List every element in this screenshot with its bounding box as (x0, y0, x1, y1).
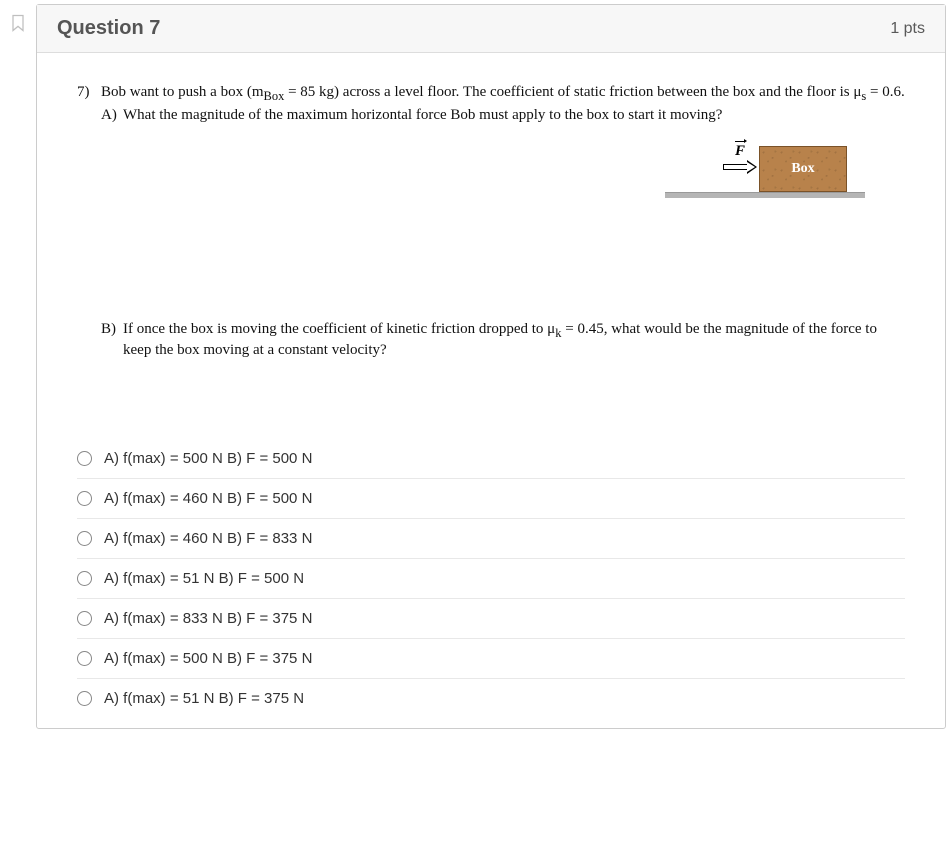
answer-option[interactable]: A) f(max) = 460 N B) F = 833 N (77, 518, 905, 558)
question-card: Question 7 1 pts 7) Bob want to push a b… (36, 4, 946, 729)
problem-statement: 7) Bob want to push a box (mBox = 85 kg)… (77, 83, 905, 126)
radio-icon[interactable] (77, 611, 92, 626)
answer-text: A) f(max) = 460 N B) F = 500 N (104, 490, 905, 507)
answer-text: A) f(max) = 833 N B) F = 375 N (104, 610, 905, 627)
answer-option[interactable]: A) f(max) = 460 N B) F = 500 N (77, 478, 905, 518)
question-header: Question 7 1 pts (37, 5, 945, 53)
part-a-label: A) (101, 106, 123, 126)
part-b-label: B) (101, 320, 123, 361)
bookmark-icon[interactable] (0, 4, 36, 34)
radio-icon[interactable] (77, 451, 92, 466)
part-a-text: What the magnitude of the maximum horizo… (123, 106, 905, 126)
answer-text: A) f(max) = 460 N B) F = 833 N (104, 530, 905, 547)
answer-text: A) f(max) = 51 N B) F = 500 N (104, 570, 905, 587)
question-body: 7) Bob want to push a box (mBox = 85 kg)… (37, 53, 945, 728)
floor-graphic (665, 192, 865, 198)
answer-option[interactable]: A) f(max) = 51 N B) F = 375 N (77, 678, 905, 718)
part-b-text: If once the box is moving the coefficien… (123, 320, 905, 361)
force-arrow: F (723, 144, 757, 174)
problem-number: 7) (77, 83, 101, 104)
radio-icon[interactable] (77, 491, 92, 506)
problem-main-text: Bob want to push a box (mBox = 85 kg) ac… (101, 83, 905, 104)
radio-icon[interactable] (77, 571, 92, 586)
answer-option[interactable]: A) f(max) = 51 N B) F = 500 N (77, 558, 905, 598)
answer-text: A) f(max) = 500 N B) F = 375 N (104, 650, 905, 667)
box-graphic: Box (759, 146, 847, 192)
radio-icon[interactable] (77, 691, 92, 706)
answer-text: A) f(max) = 51 N B) F = 375 N (104, 690, 905, 707)
question-points: 1 pts (890, 20, 925, 38)
radio-icon[interactable] (77, 651, 92, 666)
answer-option[interactable]: A) f(max) = 500 N B) F = 500 N (77, 439, 905, 478)
answer-option[interactable]: A) f(max) = 500 N B) F = 375 N (77, 638, 905, 678)
force-label: F (735, 144, 745, 159)
answer-options: A) f(max) = 500 N B) F = 500 N A) f(max)… (77, 439, 905, 718)
radio-icon[interactable] (77, 531, 92, 546)
problem-figure: F Box (77, 126, 905, 224)
answer-option[interactable]: A) f(max) = 833 N B) F = 375 N (77, 598, 905, 638)
answer-text: A) f(max) = 500 N B) F = 500 N (104, 450, 905, 467)
question-title: Question 7 (57, 17, 160, 40)
part-b-block: B) If once the box is moving the coeffic… (77, 320, 905, 361)
